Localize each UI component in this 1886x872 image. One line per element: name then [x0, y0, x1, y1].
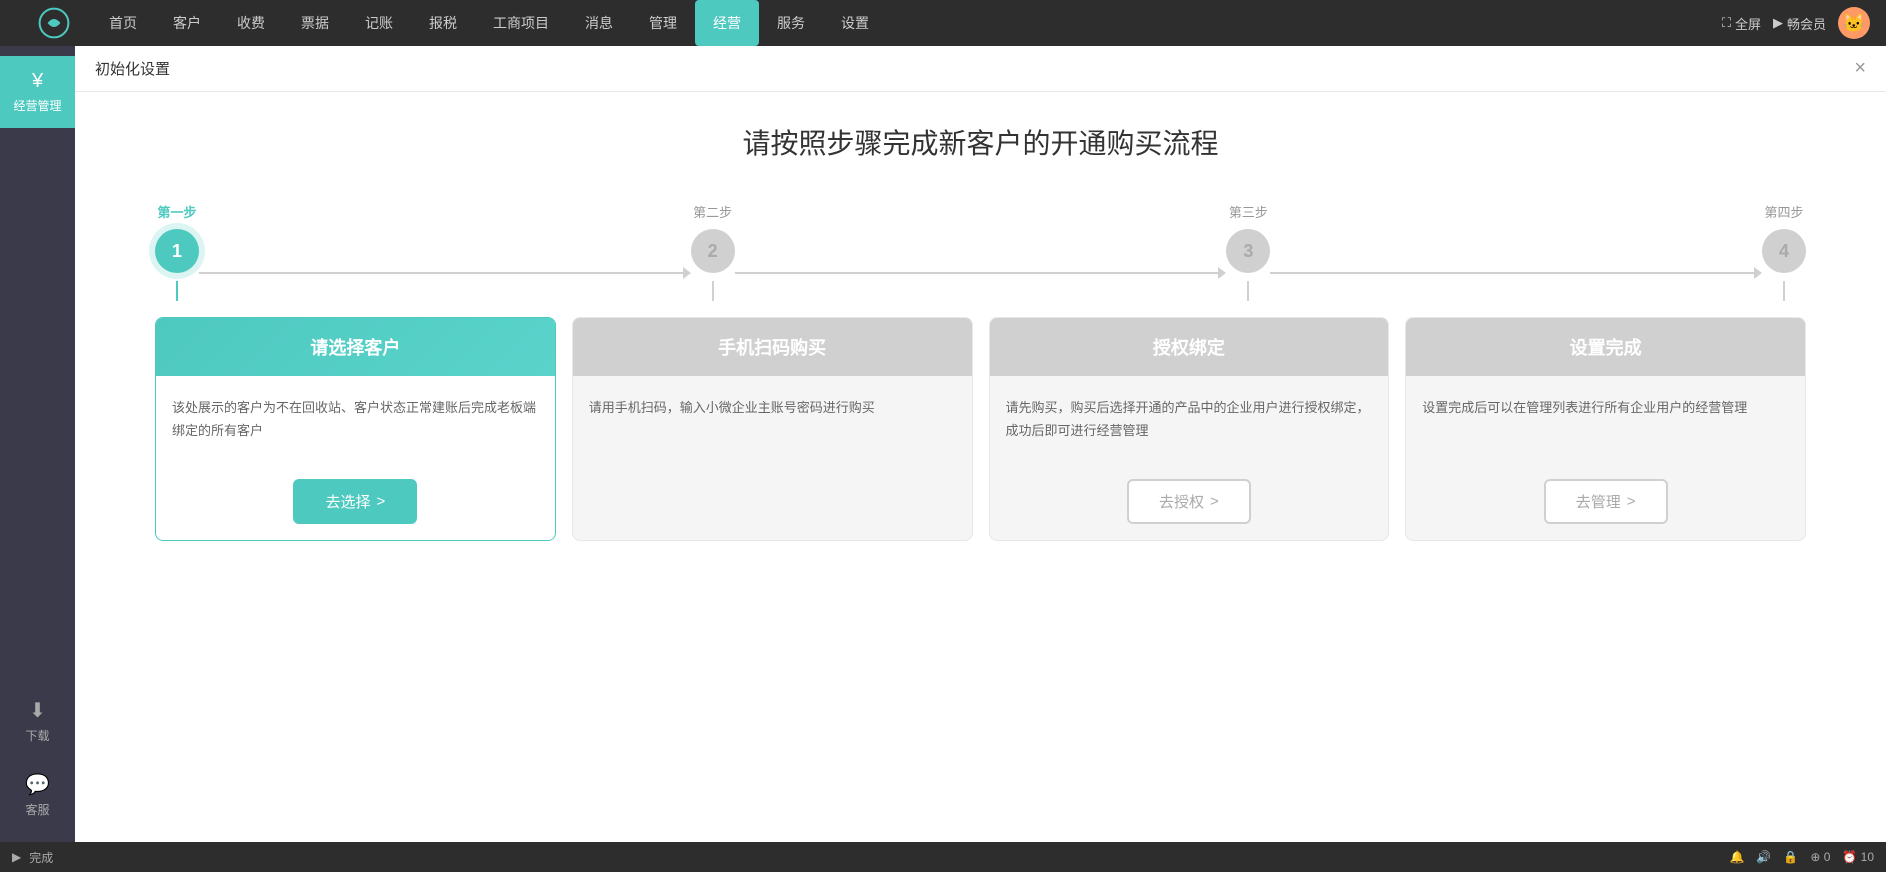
- arrow-right-icon-4: >: [1627, 493, 1636, 510]
- step-card-3: 授权绑定 请先购买，购买后选择开通的产品中的企业用户进行授权绑定，成功后即可进行…: [989, 317, 1390, 541]
- nav-tax[interactable]: 报税: [411, 0, 475, 46]
- card-3-header: 授权绑定: [990, 318, 1389, 376]
- time-display: ⏰ 10: [1842, 850, 1874, 864]
- sidebar-item-download[interactable]: ⬇ 下载: [0, 684, 75, 758]
- steps-visual: 第一步 1 第二步 2: [155, 202, 1806, 301]
- download-icon: ⬇: [29, 698, 46, 723]
- main-layout: ¥ 经营管理 ⬇ 下载 💬 客服 初始化设置 × 请按照步骤完成新客户的开通购买…: [0, 46, 1886, 842]
- step-2-label: 第二步: [693, 202, 732, 221]
- card-2-footer: [573, 508, 972, 540]
- go-select-button[interactable]: 去选择 >: [293, 479, 417, 524]
- card-4-body: 设置完成后可以在管理列表进行所有企业用户的经营管理: [1406, 376, 1805, 463]
- step-4-connector-down: [1783, 281, 1785, 301]
- nav-accounting[interactable]: 记账: [347, 0, 411, 46]
- arrow-right-icon-3: >: [1210, 493, 1219, 510]
- step-card-1: 请选择客户 该处展示的客户为不在回收站、客户状态正常建账后完成老板端绑定的所有客…: [155, 317, 556, 541]
- step-4-label: 第四步: [1765, 202, 1804, 221]
- go-authorize-button[interactable]: 去授权 >: [1127, 479, 1251, 524]
- arrow-3-4: [1270, 267, 1762, 279]
- nav-items: 首页 客户 收费 票据 记账 报税 工商项目 消息 管理 经营 服务 设置: [91, 0, 1722, 46]
- step-2-connector-down: [712, 281, 714, 301]
- yuan-icon: ¥: [32, 70, 43, 93]
- sidebar-item-operations[interactable]: ¥ 经营管理: [0, 56, 75, 128]
- step-4-indicator: 第四步 4: [1762, 202, 1806, 301]
- card-2-header: 手机扫码购买: [573, 318, 972, 376]
- step-1-label: 第一步: [157, 202, 196, 221]
- setup-content: 请按照步骤完成新客户的开通购买流程 第一步 1 第二步 2: [75, 92, 1886, 842]
- card-3-body: 请先购买，购买后选择开通的产品中的企业用户进行授权绑定，成功后即可进行经营管理: [990, 376, 1389, 463]
- user-avatar[interactable]: 🐱: [1838, 7, 1870, 39]
- sidebar-item-support[interactable]: 💬 客服: [0, 758, 75, 832]
- nav-services[interactable]: 服务: [759, 0, 823, 46]
- step-3-indicator: 第三步 3: [1226, 202, 1270, 301]
- top-navigation: 首页 客户 收费 票据 记账 报税 工商项目 消息 管理 经营 服务 设置 ⛶ …: [0, 0, 1886, 46]
- card-2-body: 请用手机扫码，输入小微企业主账号密码进行购买: [573, 376, 972, 508]
- card-4-header: 设置完成: [1406, 318, 1805, 376]
- setup-heading: 请按照步骤完成新客户的开通购买流程: [135, 122, 1826, 162]
- volume-icon: 🔊: [1756, 850, 1771, 864]
- nav-industrial[interactable]: 工商项目: [475, 0, 567, 46]
- status-bar: ▶ 完成 🔔 🔊 🔒 ⊕ 0 ⏰ 10: [0, 842, 1886, 872]
- app-logo: [16, 7, 91, 39]
- step-1-indicator: 第一步 1: [155, 202, 199, 301]
- step-1-circle: 1: [155, 229, 199, 273]
- card-1-footer: 去选择 >: [156, 463, 555, 540]
- network-status: ⊕ 0: [1810, 850, 1830, 864]
- arrow-right-icon: >: [377, 493, 386, 510]
- arrow-2-3: [735, 267, 1227, 279]
- status-bar-left: ▶ 完成: [12, 849, 53, 866]
- support-icon: 💬: [25, 772, 50, 797]
- sidebar: ¥ 经营管理 ⬇ 下载 💬 客服: [0, 46, 75, 842]
- member-btn[interactable]: ▶ 畅会员: [1773, 14, 1826, 33]
- nav-fees[interactable]: 收费: [219, 0, 283, 46]
- step-1-connector-down: [176, 281, 178, 301]
- arrow-1-2: [199, 267, 691, 279]
- bell-icon: 🔔: [1729, 850, 1744, 864]
- nav-home[interactable]: 首页: [91, 0, 155, 46]
- nav-customer[interactable]: 客户: [155, 0, 219, 46]
- nav-right: ⛶ 全屏 ▶ 畅会员 🐱: [1722, 7, 1870, 39]
- fullscreen-btn[interactable]: ⛶ 全屏: [1722, 14, 1761, 33]
- step-card-2: 手机扫码购买 请用手机扫码，输入小微企业主账号密码进行购买: [572, 317, 973, 541]
- cards-grid: 请选择客户 该处展示的客户为不在回收站、客户状态正常建账后完成老板端绑定的所有客…: [155, 317, 1806, 541]
- status-bar-right: 🔔 🔊 🔒 ⊕ 0 ⏰ 10: [1729, 850, 1874, 864]
- member-icon: ▶: [1773, 15, 1783, 31]
- step-3-connector-down: [1247, 281, 1249, 301]
- step-card-4: 设置完成 设置完成后可以在管理列表进行所有企业用户的经营管理 去管理 >: [1405, 317, 1806, 541]
- step-3-label: 第三步: [1229, 202, 1268, 221]
- nav-management[interactable]: 管理: [631, 0, 695, 46]
- close-button[interactable]: ×: [1854, 57, 1866, 80]
- status-text: 完成: [29, 849, 53, 866]
- card-4-footer: 去管理 >: [1406, 463, 1805, 540]
- fullscreen-icon: ⛶: [1722, 15, 1731, 31]
- step-4-circle: 4: [1762, 229, 1806, 273]
- main-content: 初始化设置 × 请按照步骤完成新客户的开通购买流程 第一步 1: [75, 46, 1886, 842]
- nav-settings[interactable]: 设置: [823, 0, 887, 46]
- card-3-footer: 去授权 >: [990, 463, 1389, 540]
- sidebar-bottom: ⬇ 下载 💬 客服: [0, 684, 75, 842]
- card-1-header: 请选择客户: [156, 318, 555, 376]
- nav-messages[interactable]: 消息: [567, 0, 631, 46]
- step-3-circle: 3: [1226, 229, 1270, 273]
- go-manage-button[interactable]: 去管理 >: [1544, 479, 1668, 524]
- lock-icon: 🔒: [1783, 850, 1798, 864]
- card-1-body: 该处展示的客户为不在回收站、客户状态正常建账后完成老板端绑定的所有客户: [156, 376, 555, 463]
- nav-bills[interactable]: 票据: [283, 0, 347, 46]
- step-2-indicator: 第二步 2: [691, 202, 735, 301]
- nav-operations[interactable]: 经营: [695, 0, 759, 46]
- play-icon[interactable]: ▶: [12, 850, 21, 864]
- page-title: 初始化设置: [95, 58, 170, 79]
- page-header: 初始化设置 ×: [75, 46, 1886, 92]
- step-2-circle: 2: [691, 229, 735, 273]
